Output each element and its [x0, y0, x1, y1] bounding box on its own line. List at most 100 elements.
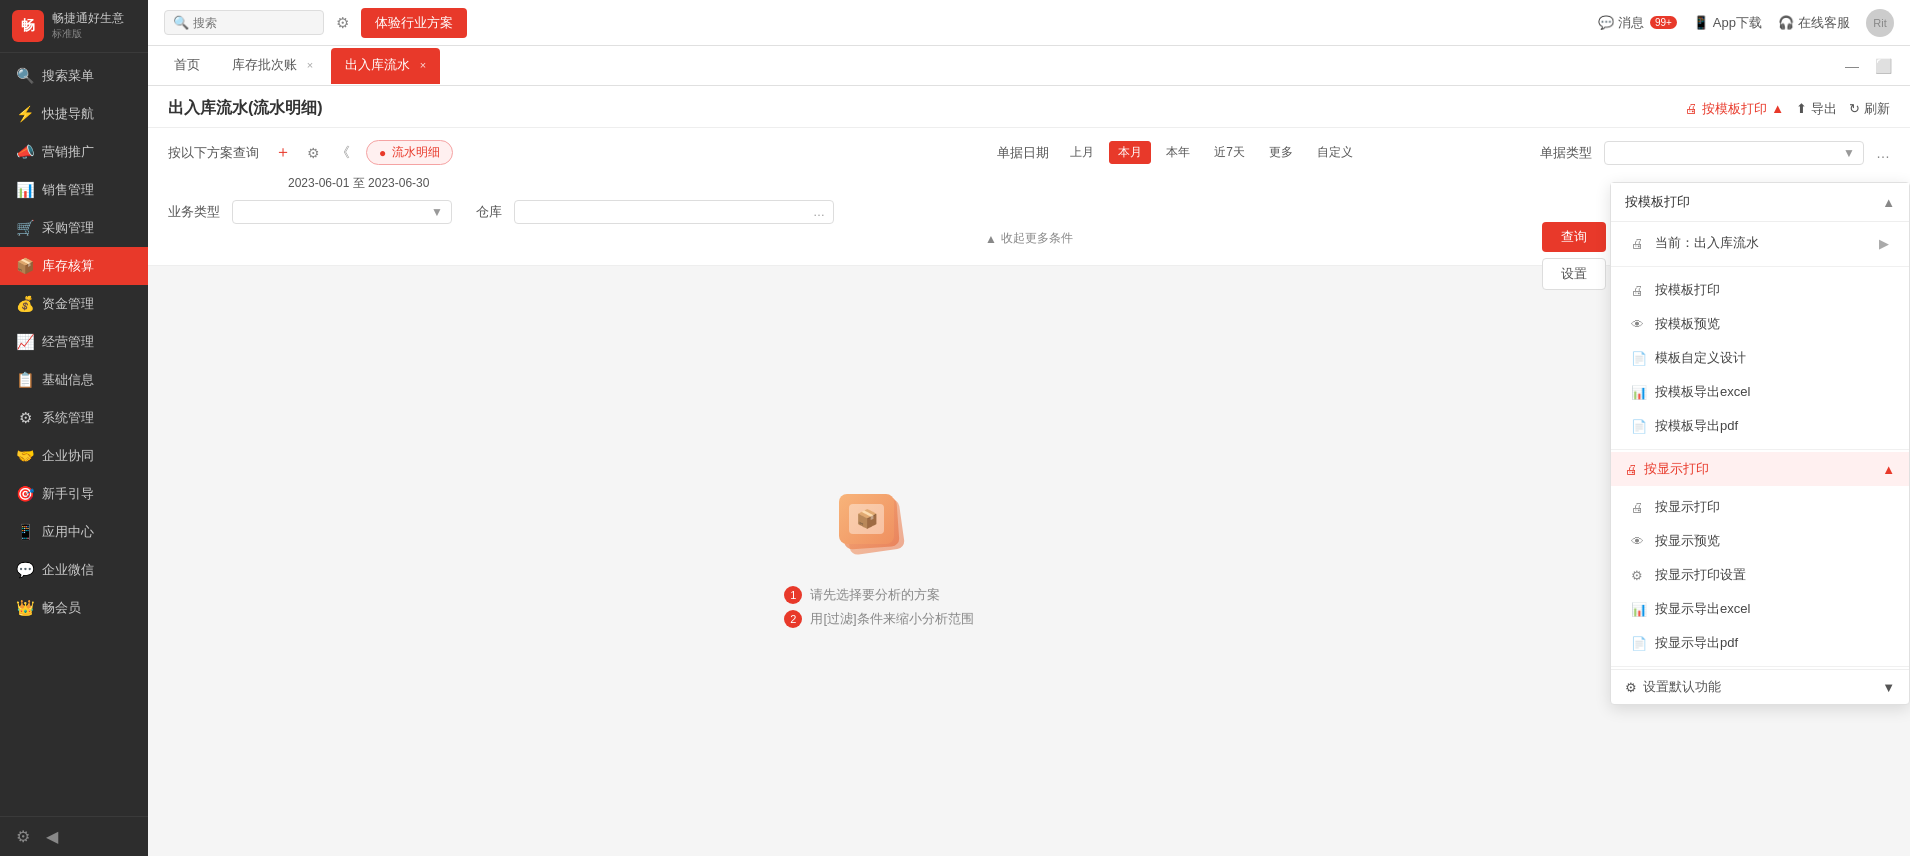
display-preview-btn[interactable]: 👁 按显示预览 — [1611, 524, 1909, 558]
empty-step-1: 1 请先选择要分析的方案 — [784, 586, 973, 604]
online-service-btn[interactable]: 🎧 在线客服 — [1778, 14, 1850, 32]
sidebar-item-search[interactable]: 🔍 搜索菜单 — [0, 57, 148, 95]
warehouse-select[interactable]: … — [514, 200, 834, 224]
print-icon: 🖨 — [1685, 101, 1698, 116]
sidebar-item-shortcuts[interactable]: ⚡ 快捷导航 — [0, 95, 148, 133]
nav-icon-vip: 👑 — [16, 599, 34, 617]
query-button[interactable]: 查询 — [1542, 222, 1606, 252]
filter-tag-flow[interactable]: ● 流水明细 — [366, 140, 453, 165]
nav-label-apps: 应用中心 — [42, 523, 94, 541]
dropdown-footer[interactable]: ⚙ 设置默认功能 ▼ — [1611, 669, 1909, 704]
current-arrow-icon: ▶ — [1879, 236, 1889, 251]
nav-label-sales: 销售管理 — [42, 181, 94, 199]
page-actions: 🖨 按模板打印 ▲ ⬆ 导出 ↻ 刷新 — [1685, 100, 1890, 118]
app-download-btn[interactable]: 📱 App下载 — [1693, 14, 1762, 32]
record-type-select[interactable]: ▼ — [1604, 141, 1864, 165]
maximize-btn[interactable]: ⬜ — [1869, 56, 1898, 76]
search-box[interactable]: 🔍 — [164, 10, 324, 35]
search-input[interactable] — [193, 16, 303, 30]
template-design-btn[interactable]: 📄 模板自定义设计 — [1611, 341, 1909, 375]
warehouse-label: 仓库 — [476, 203, 502, 221]
nav-label-vip: 畅会员 — [42, 599, 81, 617]
export-btn[interactable]: ⬆ 导出 — [1796, 100, 1837, 118]
headset-icon: 🎧 — [1778, 15, 1794, 30]
date-btn-近7天[interactable]: 近7天 — [1205, 141, 1254, 164]
chevron-down-icon: ▼ — [1843, 146, 1855, 160]
display-print-toggle[interactable]: 🖨 按显示打印 ▲ — [1611, 452, 1909, 486]
sidebar-item-wechat[interactable]: 💬 企业微信 — [0, 551, 148, 589]
tab-close-batch[interactable]: × — [307, 59, 313, 71]
more-options-icon[interactable]: … — [1876, 145, 1890, 161]
sidebar-item-operations[interactable]: 📈 经营管理 — [0, 323, 148, 361]
nav-label-collab: 企业协同 — [42, 447, 94, 465]
date-btn-更多[interactable]: 更多 — [1260, 141, 1302, 164]
date-btn-本月[interactable]: 本月 — [1109, 141, 1151, 164]
nav-icon-collab: 🤝 — [16, 447, 34, 465]
collapse-icon[interactable]: ◀ — [46, 827, 58, 846]
box-icon: 📦 — [856, 508, 878, 530]
nav-icon-sales: 📊 — [16, 181, 34, 199]
tab-close-flow[interactable]: × — [420, 59, 426, 71]
nav-label-wechat: 企业微信 — [42, 561, 94, 579]
nav-icon-purchase: 🛒 — [16, 219, 34, 237]
settings-button[interactable]: 设置 — [1542, 258, 1606, 290]
trial-button[interactable]: 体验行业方案 — [361, 8, 467, 38]
template-print-btn[interactable]: 🖨 按模板打印 — [1611, 273, 1909, 307]
sidebar-item-inventory[interactable]: 📦 库存核算 — [0, 247, 148, 285]
dropdown-title: 按模板打印 — [1625, 193, 1690, 211]
tabs-bar: 首页 库存批次账 × 出入库流水 × — ⬜ — [148, 46, 1910, 86]
tab-batch[interactable]: 库存批次账 × — [218, 48, 327, 84]
refresh-icon: ↻ — [1849, 101, 1860, 116]
sidebar-item-system[interactable]: ⚙ 系统管理 — [0, 399, 148, 437]
display-excel-btn[interactable]: 📊 按显示导出excel — [1611, 592, 1909, 626]
sidebar-item-purchase[interactable]: 🛒 采购管理 — [0, 209, 148, 247]
sidebar-item-finance[interactable]: 💰 资金管理 — [0, 285, 148, 323]
display-pdf-btn[interactable]: 📄 按显示导出pdf — [1611, 626, 1909, 660]
display-print-btn[interactable]: 🖨 按显示打印 — [1611, 490, 1909, 524]
sidebar-item-guide[interactable]: 🎯 新手引导 — [0, 475, 148, 513]
dropdown-chevron-up-icon[interactable]: ▲ — [1882, 195, 1895, 210]
pdf-icon: 📄 — [1631, 419, 1647, 434]
refresh-btn[interactable]: ↻ 刷新 — [1849, 100, 1890, 118]
sidebar-item-collab[interactable]: 🤝 企业协同 — [0, 437, 148, 475]
settings-default-icon: ⚙ — [1625, 680, 1637, 695]
sidebar-item-sales[interactable]: 📊 销售管理 — [0, 171, 148, 209]
nav-icon-apps: 📱 — [16, 523, 34, 541]
business-type-select[interactable]: ▼ — [232, 200, 452, 224]
dropdown-current-template[interactable]: 🖨 当前：出入库流水 ▶ — [1611, 226, 1909, 260]
app-download-label: App下载 — [1713, 14, 1762, 32]
dropdown-display-actions: 🖨 按显示打印 👁 按显示预览 ⚙ 按显示打印设置 📊 按显示导出excel 📄 — [1611, 486, 1909, 664]
nav-icon-operations: 📈 — [16, 333, 34, 351]
sidebar-item-basics[interactable]: 📋 基础信息 — [0, 361, 148, 399]
date-btn-自定义[interactable]: 自定义 — [1308, 141, 1362, 164]
filter-row-1: 按以下方案查询 ＋ ⚙ 《 ● 流水明细 单据日期 上月本月本年近7天更多自定义… — [168, 140, 1890, 165]
template-pdf-btn[interactable]: 📄 按模板导出pdf — [1611, 409, 1909, 443]
user-avatar[interactable]: Rit — [1866, 9, 1894, 37]
display-print-icon2: 🖨 — [1631, 500, 1647, 515]
minimize-btn[interactable]: — — [1839, 56, 1865, 76]
nav-icon-shortcuts: ⚡ — [16, 105, 34, 123]
sidebar-item-marketing[interactable]: 📣 营销推广 — [0, 133, 148, 171]
topbar: 🔍 ⚙ 体验行业方案 💬 消息 99+ 📱 App下载 🎧 在线客服 Rit — [148, 0, 1910, 46]
template-excel-btn[interactable]: 📊 按模板导出excel — [1611, 375, 1909, 409]
sidebar-nav: 🔍 搜索菜单 ⚡ 快捷导航 📣 营销推广 📊 销售管理 🛒 采购管理 📦 库存核… — [0, 53, 148, 816]
tab-flow[interactable]: 出入库流水 × — [331, 48, 440, 84]
date-btn-本年[interactable]: 本年 — [1157, 141, 1199, 164]
sidebar-logo: 畅 畅捷通好生意 标准版 — [0, 0, 148, 53]
message-btn[interactable]: 💬 消息 99+ — [1598, 14, 1677, 32]
sidebar-item-vip[interactable]: 👑 畅会员 — [0, 589, 148, 627]
dropdown-header: 按模板打印 ▲ — [1611, 183, 1909, 222]
filter-collapse-icon[interactable]: 《 — [336, 144, 350, 162]
print-template-btn[interactable]: 🖨 按模板打印 ▲ — [1685, 100, 1784, 118]
search-icon: 🔍 — [173, 15, 189, 30]
sidebar-item-apps[interactable]: 📱 应用中心 — [0, 513, 148, 551]
settings-icon[interactable]: ⚙ — [16, 827, 30, 846]
template-preview-btn[interactable]: 👁 按模板预览 — [1611, 307, 1909, 341]
filter-add-btn[interactable]: ＋ — [275, 142, 291, 163]
display-print-settings-btn[interactable]: ⚙ 按显示打印设置 — [1611, 558, 1909, 592]
dropdown-panel: 按模板打印 ▲ 🖨 当前：出入库流水 ▶ 🖨 按模板打印 — [1610, 182, 1910, 705]
tab-home[interactable]: 首页 — [160, 48, 214, 84]
date-btn-上月[interactable]: 上月 — [1061, 141, 1103, 164]
filter-gear-icon[interactable]: ⚙ — [307, 145, 320, 161]
topbar-gear-icon[interactable]: ⚙ — [336, 14, 349, 32]
